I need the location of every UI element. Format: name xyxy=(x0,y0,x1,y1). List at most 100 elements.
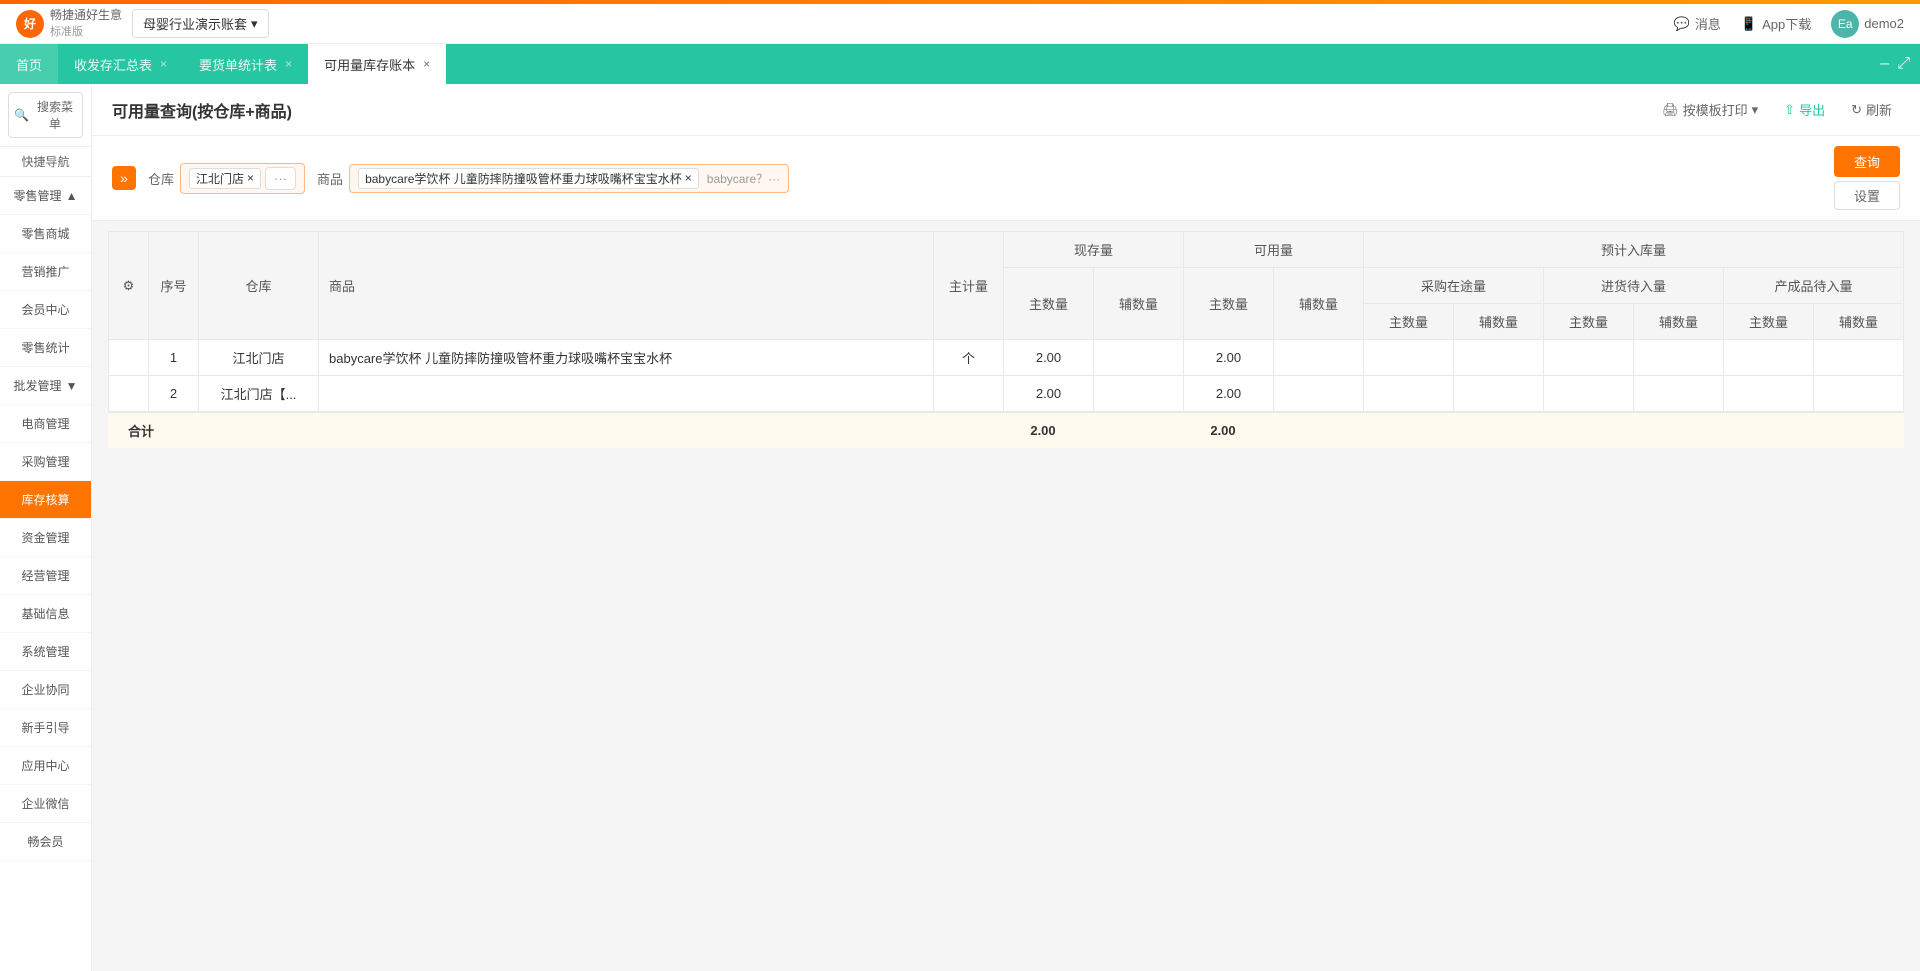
sidebar-item-newuser[interactable]: 新手引导 xyxy=(0,709,91,747)
sidebar-item-marketing[interactable]: 营销推广 xyxy=(0,253,91,291)
tab-receivable-close[interactable]: × xyxy=(160,57,167,71)
footer-avail-main: 2.00 xyxy=(1178,423,1268,438)
tab-receivable[interactable]: 收发存汇总表 × xyxy=(58,44,183,84)
tab-available[interactable]: 可用量库存账本 × xyxy=(308,44,446,84)
sidebar-item-wechat[interactable]: 企业微信 xyxy=(0,785,91,823)
top-bar-left: 好 畅捷通好生意 标准版 母婴行业演示账套 ▾ xyxy=(16,8,269,40)
sidebar: 🔍 搜索菜单 快捷导航 零售管理 ▲ 零售商城 营销推广 会员中心 零售统计 批… xyxy=(0,84,92,971)
sidebar-item-enterprise[interactable]: 企业协同 xyxy=(0,671,91,709)
sidebar-item-basic[interactable]: 基础信息 xyxy=(0,595,91,633)
print-dropdown-icon: ▾ xyxy=(1752,102,1759,118)
purchase-transit-aux-header: 辅数量 xyxy=(1454,304,1544,340)
logo-text: 畅捷通好生意 xyxy=(50,8,122,24)
print-template-button[interactable]: 🖨 按模板打印 ▾ xyxy=(1654,96,1766,123)
nav-minimize-icon[interactable]: – xyxy=(1880,55,1889,73)
filter-area: » 仓库 江北门店 × ··· 商品 babycare学饮杯 儿童防摔防撞吸管杯… xyxy=(92,136,1920,221)
row-pp-main-1 xyxy=(1724,376,1814,412)
row-stock-main-0: 2.00 xyxy=(1004,340,1094,376)
tab-receivable-label: 收发存汇总表 xyxy=(74,55,152,74)
export-button[interactable]: ⇧ 导出 xyxy=(1776,96,1833,123)
page-title: 可用量查询(按仓库+商品) xyxy=(112,98,292,122)
top-bar-right: 💬 消息 📱 App下载 Ea demo2 xyxy=(1674,10,1904,38)
avatar: Ea xyxy=(1831,10,1859,38)
sidebar-item-system[interactable]: 系统管理 xyxy=(0,633,91,671)
warehouse-dots[interactable]: ··· xyxy=(265,167,296,190)
quick-nav-label: 快捷导航 xyxy=(21,155,69,169)
row-settings-1 xyxy=(109,376,149,412)
row-pa-aux-1 xyxy=(1634,376,1724,412)
product-pending-main-header: 主数量 xyxy=(1724,304,1814,340)
forecast-group-header: 预计入库量 xyxy=(1364,232,1904,268)
sidebar-basic-label: 基础信息 xyxy=(21,605,69,622)
row-unit-0: 个 xyxy=(934,340,1004,376)
sidebar-item-wholesale[interactable]: 批发管理 ▼ xyxy=(0,367,91,405)
export-icon: ⇧ xyxy=(1784,102,1795,118)
account-selector[interactable]: 母婴行业演示账套 ▾ xyxy=(132,9,269,38)
tab-order[interactable]: 要货单统计表 × xyxy=(183,44,308,84)
filter-expand-button[interactable]: » xyxy=(112,166,136,190)
product-label: 商品 xyxy=(317,169,343,188)
unit-col-header: 主计量 xyxy=(934,232,1004,340)
refresh-label: 刷新 xyxy=(1866,100,1892,119)
tab-order-close[interactable]: × xyxy=(285,57,292,71)
sidebar-wechat-label: 企业微信 xyxy=(21,795,69,812)
product-tag-text: babycare学饮杯 儿童防摔防撞吸管杯重力球吸嘴杯宝宝水杯 xyxy=(365,170,682,187)
message-label: 消息 xyxy=(1695,14,1721,33)
user-area[interactable]: Ea demo2 xyxy=(1831,10,1904,38)
nav-expand-icon[interactable]: ⤢ xyxy=(1897,55,1910,73)
row-warehouse-0: 江北门店 xyxy=(199,340,319,376)
appdownload-label: App下载 xyxy=(1762,14,1811,33)
product-pending-aux-header: 辅数量 xyxy=(1814,304,1904,340)
sidebar-item-member[interactable]: 会员中心 xyxy=(0,291,91,329)
query-button[interactable]: 查询 xyxy=(1834,146,1900,177)
product-tag-close[interactable]: × xyxy=(685,171,692,185)
sidebar-retail-label: 零售管理 xyxy=(14,187,62,204)
warehouse-label: 仓库 xyxy=(148,169,174,188)
settings-col-header[interactable]: ⚙ xyxy=(109,232,149,340)
sidebar-item-business[interactable]: 经营管理 xyxy=(0,557,91,595)
row-pa-main-1 xyxy=(1544,376,1634,412)
row-pp-aux-1 xyxy=(1814,376,1904,412)
logo-subtext: 标准版 xyxy=(50,23,122,39)
warehouse-tag-close[interactable]: × xyxy=(247,171,254,185)
row-settings-0 xyxy=(109,340,149,376)
sidebar-item-ecommerce[interactable]: 电商管理 xyxy=(0,405,91,443)
row-avail-aux-1 xyxy=(1274,376,1364,412)
appdownload-action[interactable]: 📱 App下载 xyxy=(1741,14,1811,33)
table-body: 1 江北门店 babycare学饮杯 儿童防摔防撞吸管杯重力球吸嘴杯宝宝水杯 个… xyxy=(109,340,1904,412)
tab-home[interactable]: 首页 xyxy=(0,44,58,84)
row-stock-main-1: 2.00 xyxy=(1004,376,1094,412)
page-actions: 🖨 按模板打印 ▾ ⇧ 导出 ↻ 刷新 xyxy=(1654,96,1900,123)
sidebar-item-stats[interactable]: 零售统计 xyxy=(0,329,91,367)
search-menu-button[interactable]: 🔍 搜索菜单 xyxy=(8,92,83,138)
footer-label: 合计 xyxy=(118,421,398,440)
filter-expand-icon: » xyxy=(120,170,128,186)
table-row: 1 江北门店 babycare学饮杯 儿童防摔防撞吸管杯重力球吸嘴杯宝宝水杯 个… xyxy=(109,340,1904,376)
message-action[interactable]: 💬 消息 xyxy=(1674,14,1721,33)
row-pa-aux-0 xyxy=(1634,340,1724,376)
sidebar-item-vip[interactable]: 畅会员 xyxy=(0,823,91,861)
no-col-header: 序号 xyxy=(149,232,199,340)
table-container: ⚙ 序号 仓库 商品 主计量 现存量 可用量 预计入库量 主数量 辅数量 主数量… xyxy=(92,221,1920,971)
footer-stock-main: 2.00 xyxy=(998,423,1088,438)
table-footer: 合计 2.00 2.00 xyxy=(108,412,1904,448)
content-area: 可用量查询(按仓库+商品) 🖨 按模板打印 ▾ ⇧ 导出 ↻ 刷新 xyxy=(92,84,1920,971)
product-value-container[interactable]: babycare学饮杯 儿童防摔防撞吸管杯重力球吸嘴杯宝宝水杯 × babyca… xyxy=(349,164,789,193)
logo-text-area: 畅捷通好生意 标准版 xyxy=(50,8,122,40)
sidebar-finance-label: 资金管理 xyxy=(21,529,69,546)
sidebar-item-purchase[interactable]: 采购管理 xyxy=(0,443,91,481)
search-icon: 🔍 xyxy=(14,108,29,122)
available-group-header: 可用量 xyxy=(1184,232,1364,268)
avatar-text: Ea xyxy=(1838,17,1853,31)
tab-available-close[interactable]: × xyxy=(423,57,430,71)
sidebar-item-shop[interactable]: 零售商城 xyxy=(0,215,91,253)
sidebar-item-retail[interactable]: 零售管理 ▲ xyxy=(0,177,91,215)
quick-nav-button[interactable]: 快捷导航 xyxy=(0,147,91,177)
sidebar-item-inventory[interactable]: 库存核算 xyxy=(0,481,91,519)
settings-button[interactable]: 设置 xyxy=(1834,181,1900,210)
warehouse-value-container[interactable]: 江北门店 × ··· xyxy=(180,163,305,194)
sidebar-item-finance[interactable]: 资金管理 xyxy=(0,519,91,557)
sidebar-item-appcenter[interactable]: 应用中心 xyxy=(0,747,91,785)
nav-tabs: 首页 收发存汇总表 × 要货单统计表 × 可用量库存账本 × – ⤢ xyxy=(0,44,1920,84)
refresh-button[interactable]: ↻ 刷新 xyxy=(1843,96,1900,123)
